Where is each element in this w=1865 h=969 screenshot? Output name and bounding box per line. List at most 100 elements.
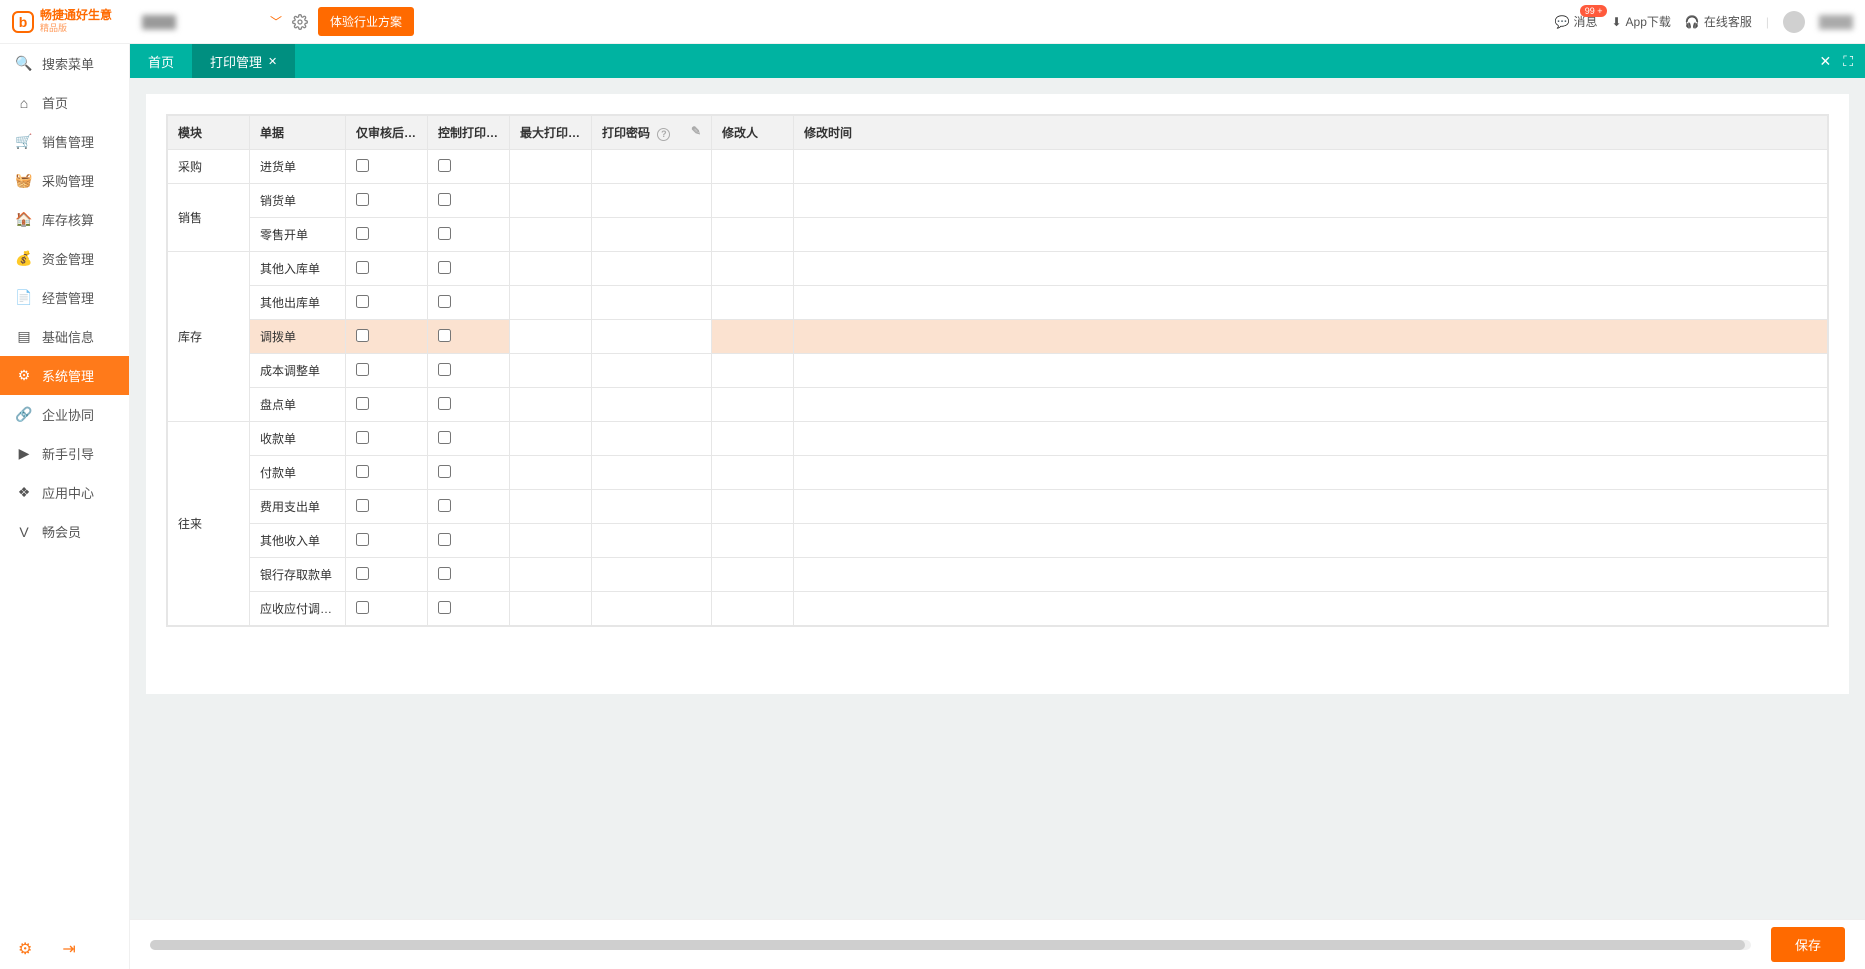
col-print-password: 打印密码 ? ✎	[592, 116, 712, 150]
cell-document: 盘点单	[250, 388, 346, 422]
support-label: 在线客服	[1704, 13, 1752, 30]
col-max-count: 最大打印次数	[510, 116, 592, 150]
cell-control-count	[428, 524, 510, 558]
table-header-row: 模块 单据 仅审核后打印 控制打印次数 最大打印次数 打印密码 ? ✎	[168, 116, 1828, 150]
brand-name: 畅捷通好生意	[40, 9, 112, 21]
control-count-checkbox[interactable]	[438, 295, 451, 308]
control-count-checkbox[interactable]	[438, 533, 451, 546]
control-count-checkbox[interactable]	[438, 431, 451, 444]
messages-link[interactable]: 💬 消息 99 +	[1555, 13, 1598, 30]
sidebar-item-12[interactable]: V畅会员	[0, 512, 129, 551]
money-icon: 💰	[16, 251, 32, 267]
control-count-checkbox[interactable]	[438, 329, 451, 342]
cell-after-audit	[346, 320, 428, 354]
cell-modified-at	[794, 490, 1828, 524]
cell-document: 应收应付调整单	[250, 592, 346, 626]
control-count-checkbox[interactable]	[438, 227, 451, 240]
cell-max-count	[510, 354, 592, 388]
after-audit-checkbox[interactable]	[356, 499, 369, 512]
messages-badge: 99 +	[1580, 5, 1608, 17]
sidebar-item-label: 经营管理	[42, 288, 94, 307]
sidebar-item-2[interactable]: 🛒销售管理	[0, 122, 129, 161]
control-count-checkbox[interactable]	[438, 159, 451, 172]
save-button[interactable]: 保存	[1771, 927, 1845, 962]
cell-document: 销货单	[250, 184, 346, 218]
cell-after-audit	[346, 184, 428, 218]
sidebar-item-5[interactable]: 💰资金管理	[0, 239, 129, 278]
avatar[interactable]	[1783, 11, 1805, 33]
cell-print-password	[592, 252, 712, 286]
cell-modified-by	[712, 218, 794, 252]
company-selector[interactable]: ████ ﹀	[142, 13, 282, 30]
after-audit-checkbox[interactable]	[356, 329, 369, 342]
after-audit-checkbox[interactable]	[356, 295, 369, 308]
control-count-checkbox[interactable]	[438, 397, 451, 410]
control-count-checkbox[interactable]	[438, 261, 451, 274]
cell-max-count	[510, 184, 592, 218]
sidebar-item-8[interactable]: ⚙系统管理	[0, 356, 129, 395]
col-modified-by: 修改人	[712, 116, 794, 150]
fullscreen-icon[interactable]: ⛶	[1843, 53, 1853, 70]
bag-icon: 🧺	[16, 173, 32, 189]
sidebar-item-11[interactable]: ❖应用中心	[0, 473, 129, 512]
cell-max-count	[510, 592, 592, 626]
sidebar-item-0[interactable]: 🔍搜索菜单	[0, 44, 129, 83]
sidebar-item-7[interactable]: ▤基础信息	[0, 317, 129, 356]
sidebar-item-1[interactable]: ⌂首页	[0, 83, 129, 122]
control-count-checkbox[interactable]	[438, 193, 451, 206]
close-all-icon[interactable]: ✕	[1819, 53, 1831, 70]
vip-icon: V	[16, 524, 32, 540]
edit-icon[interactable]: ✎	[691, 124, 701, 138]
control-count-checkbox[interactable]	[438, 499, 451, 512]
table-row: 销售销货单	[168, 184, 1828, 218]
cell-control-count	[428, 286, 510, 320]
apps-icon: ❖	[16, 485, 32, 501]
after-audit-checkbox[interactable]	[356, 193, 369, 206]
support-link[interactable]: 🎧 在线客服	[1685, 13, 1752, 30]
industry-solution-button[interactable]: 体验行业方案	[318, 7, 414, 36]
tab-label: 打印管理	[210, 52, 262, 71]
cell-control-count	[428, 354, 510, 388]
after-audit-checkbox[interactable]	[356, 431, 369, 444]
col-control-count: 控制打印次数	[428, 116, 510, 150]
after-audit-checkbox[interactable]	[356, 159, 369, 172]
cell-print-password	[592, 456, 712, 490]
control-count-checkbox[interactable]	[438, 567, 451, 580]
sidebar-item-6[interactable]: 📄经营管理	[0, 278, 129, 317]
after-audit-checkbox[interactable]	[356, 601, 369, 614]
control-count-checkbox[interactable]	[438, 601, 451, 614]
control-count-checkbox[interactable]	[438, 363, 451, 376]
gear-icon[interactable]	[292, 14, 308, 30]
tab-1[interactable]: 打印管理 ✕	[192, 44, 295, 78]
help-icon[interactable]: ?	[657, 128, 670, 141]
close-icon[interactable]: ✕	[268, 55, 277, 68]
sidebar-item-4[interactable]: 🏠库存核算	[0, 200, 129, 239]
cell-max-count[interactable]	[510, 320, 592, 354]
after-audit-checkbox[interactable]	[356, 533, 369, 546]
sidebar-item-label: 基础信息	[42, 327, 94, 346]
cell-max-count	[510, 388, 592, 422]
cell-modified-by	[712, 252, 794, 286]
sidebar-item-10[interactable]: ▶新手引导	[0, 434, 129, 473]
after-audit-checkbox[interactable]	[356, 397, 369, 410]
brand-edition: 精品版	[40, 21, 112, 34]
cell-modified-by	[712, 286, 794, 320]
after-audit-checkbox[interactable]	[356, 465, 369, 478]
tab-0[interactable]: 首页	[130, 44, 192, 78]
after-audit-checkbox[interactable]	[356, 227, 369, 240]
sidebar-item-9[interactable]: 🔗企业协同	[0, 395, 129, 434]
download-icon: ⬇	[1611, 15, 1621, 29]
gear-icon[interactable]: ⚙	[18, 939, 32, 959]
after-audit-checkbox[interactable]	[356, 363, 369, 376]
collapse-icon[interactable]: ⇥	[62, 939, 75, 959]
sidebar-item-3[interactable]: 🧺采购管理	[0, 161, 129, 200]
cell-document: 零售开单	[250, 218, 346, 252]
after-audit-checkbox[interactable]	[356, 261, 369, 274]
cell-print-password[interactable]	[592, 320, 712, 354]
app-download-link[interactable]: ⬇ App下载	[1611, 13, 1670, 30]
after-audit-checkbox[interactable]	[356, 567, 369, 580]
cell-control-count	[428, 252, 510, 286]
horizontal-scrollbar[interactable]	[150, 940, 1751, 950]
cell-max-count	[510, 218, 592, 252]
control-count-checkbox[interactable]	[438, 465, 451, 478]
